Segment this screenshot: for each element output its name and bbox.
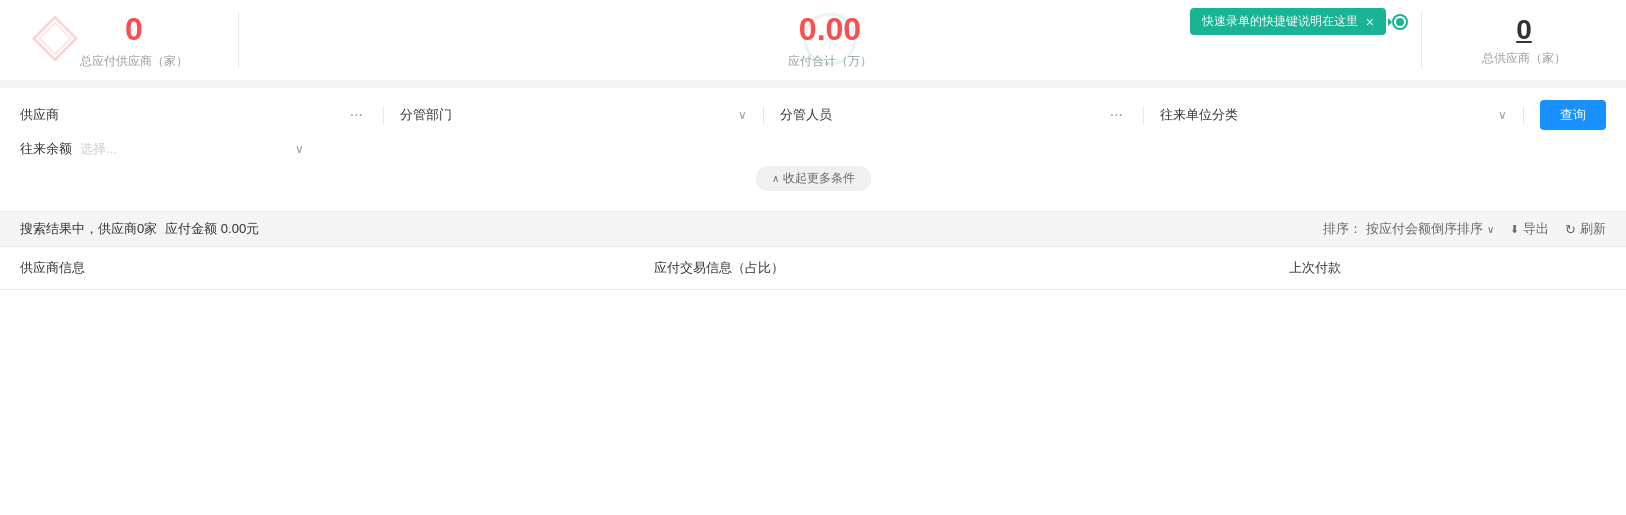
payable-total-number: 0.00 (799, 10, 861, 48)
filter-bar: 供应商 ··· 分管部门 ∨ 分管人员 ··· 往来单位分类 ∨ 查询 往来余额 (0, 88, 1626, 212)
results-amount: 应付金额 0.00元 (165, 220, 259, 238)
table-col-transaction-info: 应付交易信息（占比） (654, 259, 1288, 277)
results-actions: 排序： 按应付会额倒序排序 ∨ ⬇ 导出 ↻ 刷新 (1323, 220, 1606, 238)
filter-category-group: 往来单位分类 ∨ (1144, 106, 1524, 124)
query-button[interactable]: 查询 (1540, 100, 1606, 130)
tooltip-close-button[interactable]: × (1366, 15, 1374, 29)
tooltip-text: 快速录单的快捷键说明在这里 (1202, 13, 1358, 30)
sort-label: 排序： (1323, 220, 1362, 238)
person-more-button[interactable]: ··· (1106, 106, 1127, 124)
supplier-input[interactable] (67, 108, 346, 123)
balance-arrow-icon[interactable]: ∨ (295, 142, 304, 156)
filter-department-group: 分管部门 ∨ (384, 106, 764, 124)
collapse-up-icon: ∧ (772, 173, 779, 184)
category-input[interactable] (1246, 108, 1498, 123)
results-summary: 搜索结果中，供应商0家 应付金额 0.00元 (20, 220, 259, 238)
refresh-label: 刷新 (1580, 220, 1606, 238)
balance-select[interactable]: 选择... ∨ (80, 140, 304, 158)
export-label: 导出 (1523, 220, 1549, 238)
balance-placeholder: 选择... (80, 140, 295, 158)
person-input[interactable] (840, 108, 1106, 123)
filter-balance-group: 往来余额 选择... ∨ (20, 140, 320, 158)
filter-row-2: 往来余额 选择... ∨ (20, 140, 1606, 158)
collapse-button[interactable]: ∧ 收起更多条件 (756, 166, 871, 191)
table-col-last-payment: 上次付款 (1289, 259, 1606, 277)
table-header: 供应商信息 应付交易信息（占比） 上次付款 (0, 247, 1626, 290)
filter-person-group: 分管人员 ··· (764, 106, 1144, 124)
department-label: 分管部门 (400, 106, 452, 124)
total-suppliers-number: 0 (1516, 13, 1532, 47)
export-button[interactable]: ⬇ 导出 (1510, 220, 1549, 238)
total-suppliers-label: 总供应商（家） (1482, 50, 1566, 67)
category-label: 往来单位分类 (1160, 106, 1238, 124)
sort-dropdown[interactable]: 排序： 按应付会额倒序排序 ∨ (1323, 220, 1494, 238)
results-bar: 搜索结果中，供应商0家 应付金额 0.00元 排序： 按应付会额倒序排序 ∨ ⬇… (0, 212, 1626, 247)
stat-payable-suppliers: 0 总应付供应商（家） (0, 0, 238, 80)
tooltip-dot (1394, 16, 1406, 28)
balance-label: 往来余额 (20, 140, 72, 158)
table-col-supplier-info: 供应商信息 (20, 259, 654, 277)
export-icon: ⬇ (1510, 223, 1519, 236)
results-text: 搜索结果中，供应商0家 (20, 220, 157, 238)
refresh-icon: ↻ (1565, 222, 1576, 237)
table-body (0, 290, 1626, 515)
filter-row-1: 供应商 ··· 分管部门 ∨ 分管人员 ··· 往来单位分类 ∨ 查询 (20, 100, 1606, 130)
category-arrow-icon[interactable]: ∨ (1498, 108, 1507, 122)
department-input[interactable] (460, 108, 738, 123)
person-label: 分管人员 (780, 106, 832, 124)
shortcut-tooltip: 快速录单的快捷键说明在这里 × (1190, 8, 1386, 35)
supplier-more-button[interactable]: ··· (346, 106, 367, 124)
collapse-text: 收起更多条件 (783, 170, 855, 187)
sort-arrow-icon[interactable]: ∨ (1487, 224, 1494, 235)
payable-suppliers-label: 总应付供应商（家） (80, 53, 188, 70)
department-arrow-icon[interactable]: ∨ (738, 108, 747, 122)
tooltip-area: 快速录单的快捷键说明在这里 × (1190, 8, 1406, 35)
payable-total-label: 应付合计（万） (788, 53, 872, 70)
filter-supplier-group: 供应商 ··· (20, 106, 384, 124)
payable-suppliers-number: 0 (125, 10, 143, 48)
stat-total-suppliers: 0 总供应商（家） (1422, 0, 1626, 80)
refresh-button[interactable]: ↻ 刷新 (1565, 220, 1606, 238)
stats-bar: 0 总应付供应商（家） 米 0.00 应付合计（万） 快速录单的快捷键说明在这里… (0, 0, 1626, 80)
sort-value: 按应付会额倒序排序 (1366, 220, 1483, 238)
supplier-label: 供应商 (20, 106, 59, 124)
